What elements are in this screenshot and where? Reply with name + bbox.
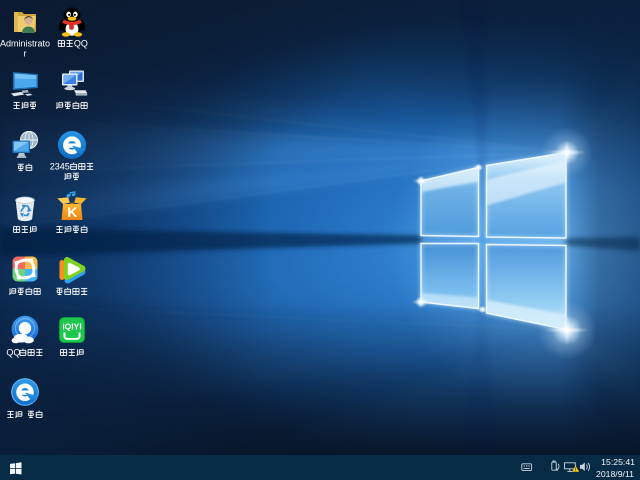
svg-text:2018/9/11: 2018/9/11	[596, 469, 634, 479]
svg-text:QQ: QQ	[6, 347, 20, 357]
svg-text:iQIYI: iQIYI	[62, 322, 81, 332]
svg-text:K: K	[67, 204, 77, 220]
svg-text:15:25:41: 15:25:41	[601, 457, 635, 467]
svg-text:QQ: QQ	[74, 38, 88, 48]
svg-text:2345: 2345	[50, 161, 70, 171]
